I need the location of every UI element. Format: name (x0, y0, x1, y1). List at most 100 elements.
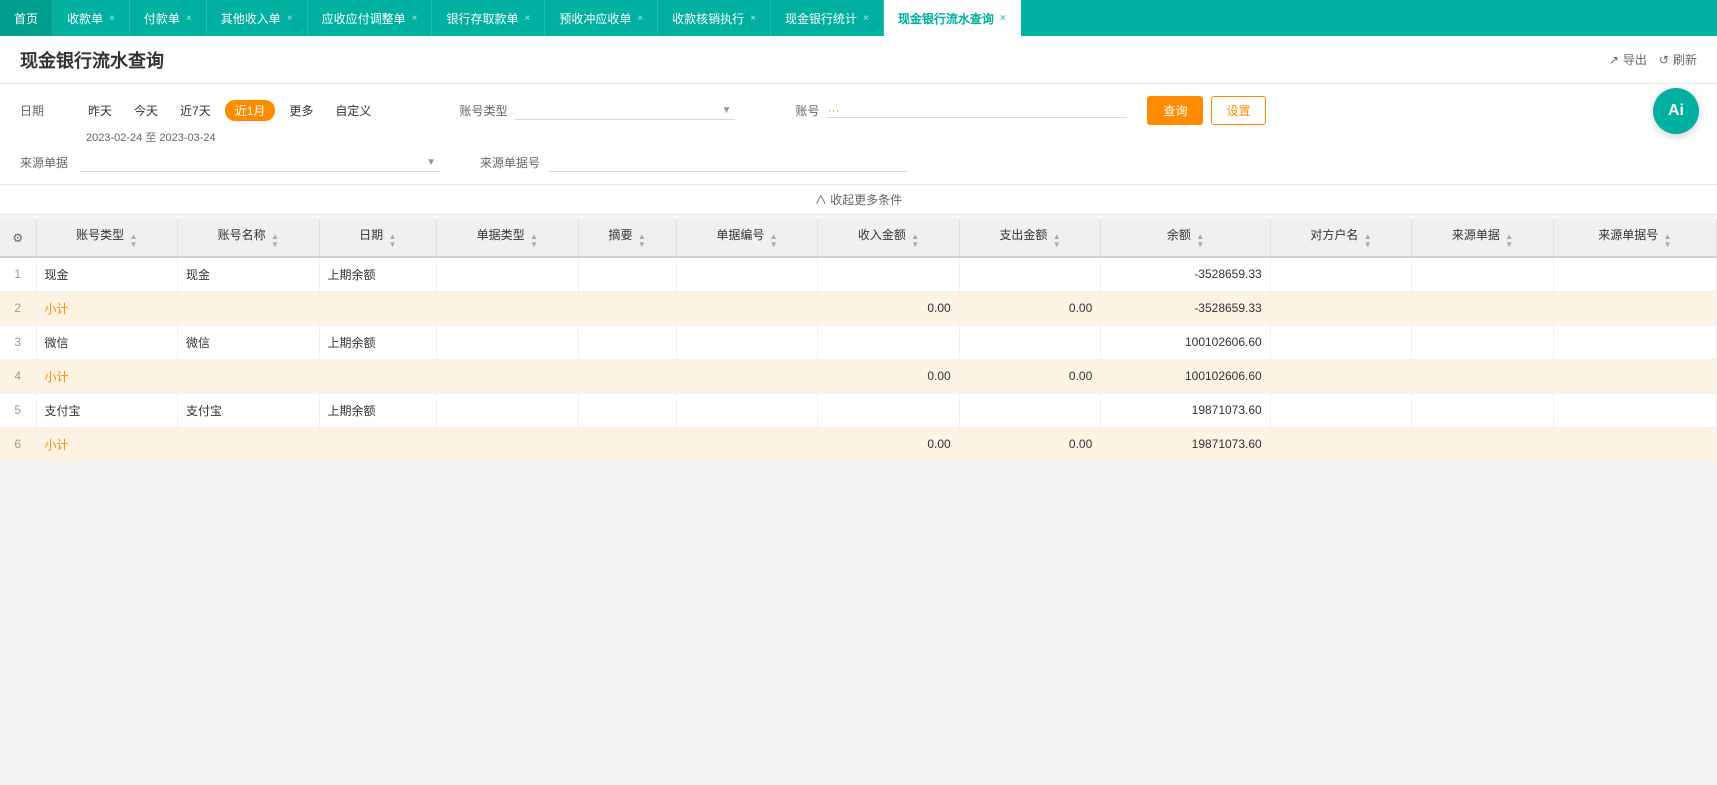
source-voucher-no-input[interactable] (548, 153, 908, 172)
cell-balance: -3528659.33 (1101, 291, 1270, 325)
account-type-field: 账号类型 现金 微信 支付宝 ▼ (459, 101, 735, 120)
nav-tab-0[interactable]: 收款单 × (53, 0, 130, 36)
close-icon[interactable]: × (1000, 13, 1006, 24)
chevron-down-icon: ▼ (426, 157, 436, 168)
col-voucher-no[interactable]: 单据编号 ▲▼ (676, 219, 818, 257)
sort-icon: ▲▼ (389, 233, 397, 249)
table-row[interactable]: 2 小计 0.00 0.00 -3528659.33 (0, 291, 1717, 325)
date-opt-1month[interactable]: 近1月 (225, 100, 276, 121)
cell-source-voucher (1412, 393, 1554, 427)
col-counterparty[interactable]: 对方户名 ▲▼ (1270, 219, 1412, 257)
account-type-select-wrapper: 现金 微信 支付宝 ▼ (515, 101, 735, 120)
cell-balance: 100102606.60 (1101, 359, 1270, 393)
cell-account-type: 小计 (36, 359, 178, 393)
col-gear: ⚙ (0, 219, 36, 257)
cell-summary (578, 325, 676, 359)
query-button[interactable]: 查询 (1147, 96, 1203, 125)
close-icon[interactable]: × (109, 13, 115, 24)
col-date[interactable]: 日期 ▲▼ (319, 219, 437, 257)
nav-home[interactable]: 首页 (0, 0, 53, 36)
close-icon[interactable]: × (524, 13, 530, 24)
close-icon[interactable]: × (186, 13, 192, 24)
refresh-icon: ↺ (1659, 53, 1669, 67)
cell-source-voucher-no (1553, 325, 1716, 359)
table-row[interactable]: 5 支付宝 支付宝 上期余额 19871073.60 (0, 393, 1717, 427)
sort-icon: ▲▼ (1505, 233, 1513, 249)
cell-expense (959, 393, 1101, 427)
source-voucher-select-wrapper: ▼ (80, 153, 440, 172)
table-row[interactable]: 6 小计 0.00 0.00 19871073.60 (0, 427, 1717, 461)
nav-tab-3[interactable]: 应收应付调整单 × (308, 0, 433, 36)
close-icon[interactable]: × (637, 13, 643, 24)
col-account-name[interactable]: 账号名称 ▲▼ (178, 219, 320, 257)
settings-button[interactable]: 设置 (1211, 96, 1265, 125)
cell-voucher-type (437, 291, 579, 325)
gear-icon[interactable]: ⚙ (12, 231, 23, 245)
table-header-row: ⚙ 账号类型 ▲▼ 账号名称 ▲▼ 日期 ▲▼ 单据类型 ▲▼ (0, 219, 1717, 257)
cell-counterparty (1270, 427, 1412, 461)
account-dots-icon[interactable]: ··· (827, 103, 839, 117)
cell-date (319, 359, 437, 393)
col-expense[interactable]: 支出金额 ▲▼ (959, 219, 1101, 257)
export-button[interactable]: ↗ 导出 (1609, 51, 1647, 68)
col-summary[interactable]: 摘要 ▲▼ (578, 219, 676, 257)
col-balance[interactable]: 余额 ▲▼ (1101, 219, 1270, 257)
row-num: 5 (0, 393, 36, 427)
cell-expense (959, 325, 1101, 359)
close-icon[interactable]: × (412, 13, 418, 24)
date-opt-7days[interactable]: 近7天 (172, 100, 219, 121)
top-nav: 首页 收款单 × 付款单 × 其他收入单 × 应收应付调整单 × 银行存取款单 … (0, 0, 1717, 36)
source-voucher-label: 来源单据 (20, 154, 80, 171)
cell-summary (578, 257, 676, 291)
cell-source-voucher (1412, 427, 1554, 461)
ai-badge[interactable]: Ai (1653, 88, 1699, 134)
date-opt-more[interactable]: 更多 (281, 100, 321, 121)
nav-tab-6[interactable]: 收款核销执行 × (658, 0, 771, 36)
account-type-select[interactable]: 现金 微信 支付宝 (515, 101, 735, 120)
nav-tab-5[interactable]: 预收冲应收单 × (545, 0, 658, 36)
table-row[interactable]: 3 微信 微信 上期余额 100102606.60 (0, 325, 1717, 359)
source-voucher-select[interactable] (80, 153, 420, 171)
col-voucher-type[interactable]: 单据类型 ▲▼ (437, 219, 579, 257)
sort-icon: ▲▼ (129, 233, 137, 249)
nav-tab-8[interactable]: 现金银行流水查询 × (884, 0, 1021, 36)
nav-tab-4[interactable]: 银行存取款单 × (432, 0, 545, 36)
cell-source-voucher (1412, 291, 1554, 325)
close-icon[interactable]: × (750, 13, 756, 24)
cell-account-type: 支付宝 (36, 393, 178, 427)
close-icon[interactable]: × (287, 13, 293, 24)
col-income[interactable]: 收入金额 ▲▼ (818, 219, 960, 257)
table-row[interactable]: 4 小计 0.00 0.00 100102606.60 (0, 359, 1717, 393)
col-source-voucher-no[interactable]: 来源单据号 ▲▼ (1553, 219, 1716, 257)
cell-source-voucher-no (1553, 393, 1716, 427)
cell-income (818, 257, 960, 291)
date-opt-today[interactable]: 今天 (126, 100, 166, 121)
cell-account-name (178, 427, 320, 461)
col-account-type[interactable]: 账号类型 ▲▼ (36, 219, 178, 257)
page-header: 现金银行流水查询 ↗ 导出 ↺ 刷新 (0, 36, 1717, 84)
account-input[interactable] (843, 103, 1103, 117)
cell-expense: 0.00 (959, 291, 1101, 325)
date-opt-yesterday[interactable]: 昨天 (80, 100, 120, 121)
date-opt-custom[interactable]: 自定义 (327, 100, 379, 121)
col-source-voucher[interactable]: 来源单据 ▲▼ (1412, 219, 1554, 257)
refresh-button[interactable]: ↺ 刷新 (1659, 51, 1697, 68)
chevron-down-icon: ▼ (722, 105, 732, 116)
nav-tab-2[interactable]: 其他收入单 × (207, 0, 308, 36)
cell-expense: 0.00 (959, 427, 1101, 461)
cell-balance: 19871073.60 (1101, 427, 1270, 461)
table-row[interactable]: 1 现金 现金 上期余额 -3528659.33 (0, 257, 1717, 291)
cell-date: 上期余额 (319, 257, 437, 291)
close-icon[interactable]: × (863, 13, 869, 24)
nav-tab-7[interactable]: 现金银行统计 × (771, 0, 884, 36)
cell-voucher-type (437, 257, 579, 291)
cell-account-type: 微信 (36, 325, 178, 359)
data-table: ⚙ 账号类型 ▲▼ 账号名称 ▲▼ 日期 ▲▼ 单据类型 ▲▼ (0, 219, 1717, 462)
source-voucher-no-label: 来源单据号 (480, 154, 540, 171)
header-actions: ↗ 导出 ↺ 刷新 (1609, 51, 1697, 68)
date-options: 昨天 今天 近7天 近1月 更多 自定义 (80, 100, 379, 121)
collapse-bar[interactable]: ∧ 收起更多条件 (0, 185, 1717, 215)
row-num: 2 (0, 291, 36, 325)
nav-tab-1[interactable]: 付款单 × (130, 0, 207, 36)
cell-account-name: 现金 (178, 257, 320, 291)
